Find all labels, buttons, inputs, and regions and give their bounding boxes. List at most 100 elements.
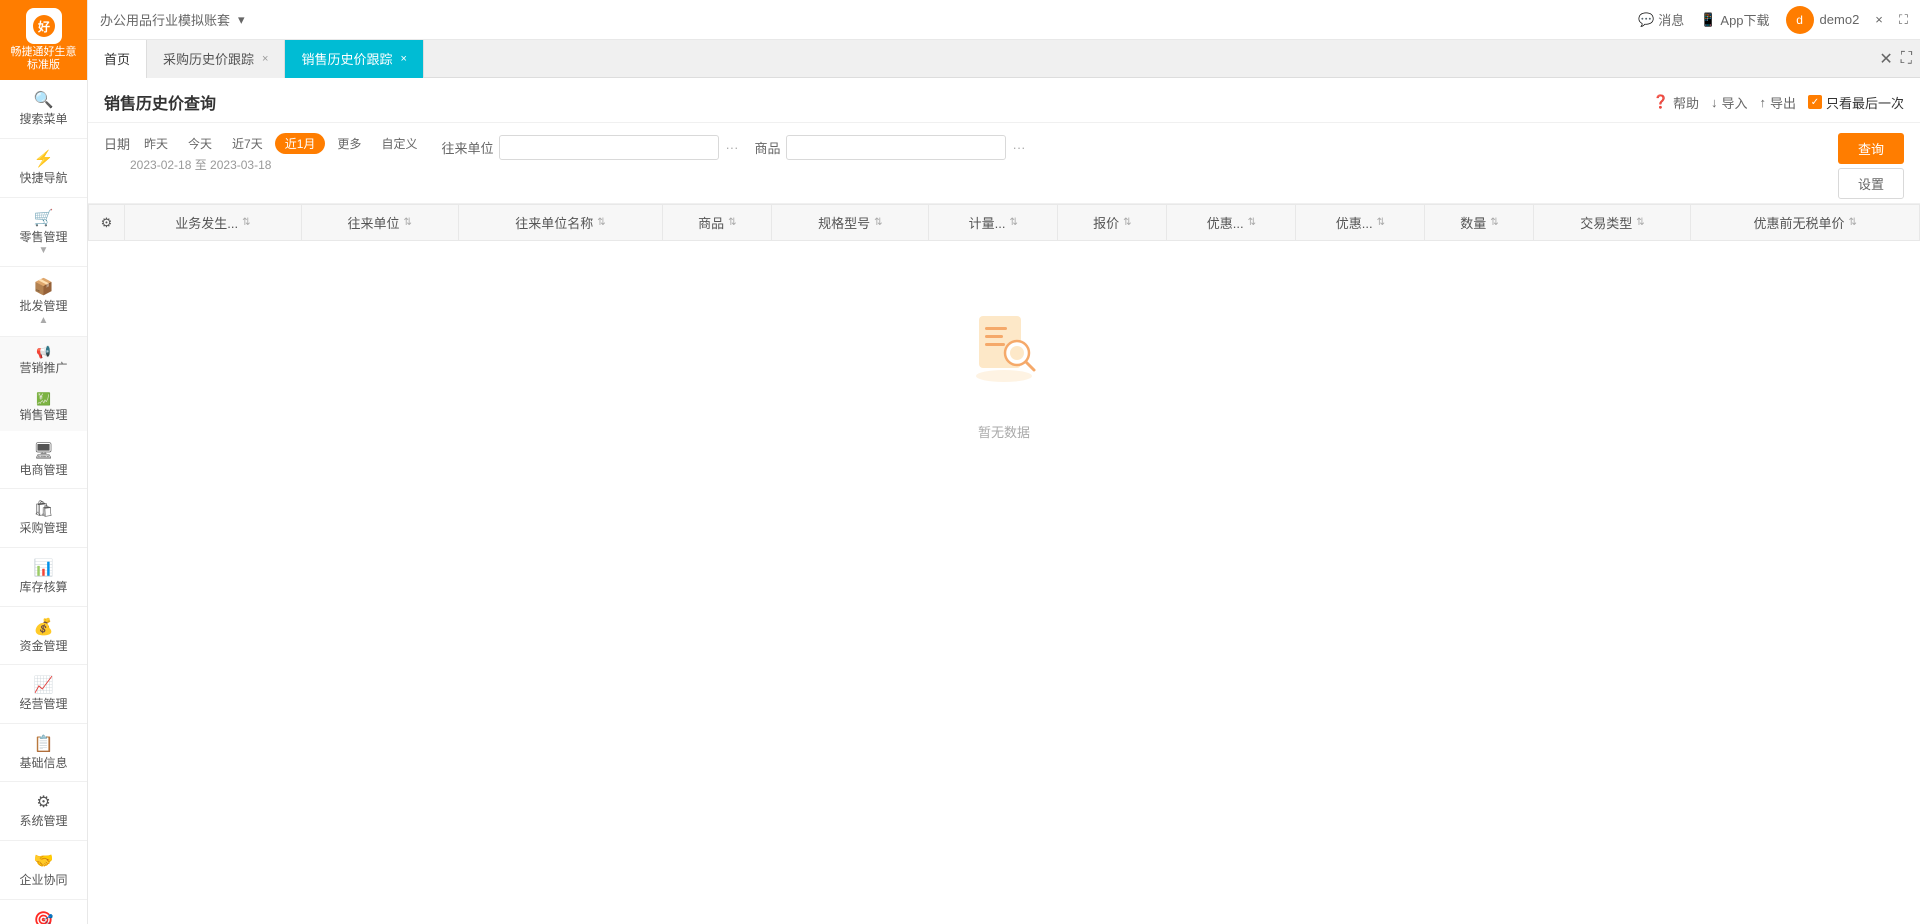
- counterpart-dots-btn[interactable]: ···: [725, 140, 738, 155]
- sidebar-item-marketing[interactable]: 📢 营销推广: [0, 337, 87, 384]
- empty-state: 暂无数据: [88, 241, 1920, 501]
- th-settings[interactable]: ⚙: [89, 205, 125, 241]
- date-btn-last1m[interactable]: 近1月: [275, 133, 326, 154]
- marketing-label: 营销推广: [19, 359, 67, 376]
- sidebar-item-retail[interactable]: 🛒 零售管理 ▼: [0, 198, 87, 268]
- sidebar-item-guide[interactable]: 🎯 新手引导: [0, 900, 87, 924]
- marketing-icon: 📢: [36, 345, 51, 359]
- window-close-button[interactable]: ×: [1875, 12, 1883, 27]
- tab-purchase-close[interactable]: ×: [262, 53, 268, 65]
- sidebar-item-inventory[interactable]: 📊 库存核算: [0, 548, 87, 607]
- wholesale-icon: 📦: [34, 277, 54, 297]
- query-button[interactable]: 查询: [1838, 133, 1904, 164]
- sidebar-item-sales[interactable]: 💹 销售管理: [0, 384, 87, 431]
- tab-sales-close[interactable]: ×: [400, 53, 406, 65]
- download-icon: 📱: [1700, 12, 1716, 28]
- gear-icon: ⚙: [101, 215, 113, 230]
- message-icon: 💬: [1638, 12, 1654, 28]
- ecommerce-label: 电商管理: [19, 463, 67, 479]
- counterpart-filter-group: 往来单位 ···: [441, 135, 738, 160]
- app-download-button[interactable]: 📱 App下载: [1700, 10, 1769, 29]
- tab-purchase-history[interactable]: 采购历史价跟踪 ×: [147, 40, 285, 78]
- purchase-label: 采购管理: [19, 521, 67, 537]
- quick-nav-icon: ⚡: [34, 149, 54, 169]
- quick-nav-label: 快捷导航: [19, 171, 67, 187]
- date-btn-custom[interactable]: 自定义: [373, 133, 425, 154]
- th-discount1[interactable]: 优惠... ⇅: [1167, 205, 1296, 241]
- tab-home[interactable]: 首页: [88, 40, 147, 78]
- sidebar-item-operations[interactable]: 📈 经营管理: [0, 665, 87, 724]
- date-btn-yesterday[interactable]: 昨天: [136, 133, 176, 154]
- help-icon: ❓: [1653, 94, 1669, 110]
- topbar-dropdown[interactable]: ▾: [238, 12, 245, 28]
- enterprise-label: 企业协同: [19, 873, 67, 889]
- system-label: 系统管理: [19, 814, 67, 830]
- logo-text: 畅捷通好生意 标准版: [11, 46, 77, 72]
- sidebar-item-quick-nav[interactable]: ⚡ 快捷导航: [0, 139, 87, 198]
- th-pretax-price[interactable]: 优惠前无税单价 ⇅: [1691, 205, 1920, 241]
- tab-fullscreen-icon[interactable]: ⛶: [1901, 50, 1912, 68]
- avatar: d: [1786, 6, 1814, 34]
- th-counterpart-name[interactable]: 往来单位名称 ⇅: [458, 205, 663, 241]
- last-only-checkbox[interactable]: ✓ 只看最后一次: [1808, 93, 1904, 112]
- window-maximize-button[interactable]: ⛶: [1899, 12, 1908, 28]
- table-header-row: ⚙ 业务发生... ⇅ 往来单位 ⇅: [89, 205, 1920, 241]
- help-button[interactable]: ❓ 帮助: [1653, 93, 1699, 112]
- export-button[interactable]: ↑ 导出: [1759, 93, 1796, 112]
- settings-button[interactable]: 设置: [1838, 168, 1904, 199]
- tab-sales-history[interactable]: 销售历史价跟踪 ×: [285, 40, 423, 78]
- th-discount2[interactable]: 优惠... ⇅: [1296, 205, 1425, 241]
- sort-icon-quantity: ⇅: [1490, 217, 1498, 228]
- sidebar-item-system[interactable]: ⚙ 系统管理: [0, 782, 87, 841]
- sidebar-item-finance[interactable]: 💰 资金管理: [0, 607, 87, 666]
- sidebar-item-basic-info[interactable]: 📋 基础信息: [0, 724, 87, 783]
- product-dots-btn[interactable]: ···: [1012, 140, 1025, 155]
- inventory-icon: 📊: [34, 558, 54, 578]
- operations-label: 经营管理: [19, 697, 67, 713]
- data-table: ⚙ 业务发生... ⇅ 往来单位 ⇅: [88, 204, 1920, 241]
- inventory-label: 库存核算: [19, 580, 67, 596]
- sidebar-item-purchase[interactable]: 🛍 采购管理: [0, 489, 87, 548]
- sales-icon: 💹: [36, 392, 51, 406]
- product-input[interactable]: [786, 135, 1006, 160]
- page-title: 销售历史价查询: [104, 90, 216, 114]
- message-button[interactable]: 💬 消息: [1638, 10, 1684, 29]
- retail-icon: 🛒: [34, 208, 54, 228]
- th-product[interactable]: 商品 ⇅: [663, 205, 772, 241]
- app-logo[interactable]: 好 畅捷通好生意 标准版: [0, 0, 87, 80]
- import-icon: ↓: [1711, 95, 1718, 110]
- sort-icon-price: ⇅: [1123, 217, 1131, 228]
- page-header-actions: ❓ 帮助 ↓ 导入 ↑ 导出 ✓ 只看最后一次: [1653, 93, 1904, 112]
- counterpart-input[interactable]: [499, 135, 719, 160]
- sort-icon-spec: ⇅: [874, 217, 882, 228]
- maximize-icon: ⛶: [1899, 12, 1908, 28]
- date-btn-today[interactable]: 今天: [180, 133, 220, 154]
- tab-close-all-icon[interactable]: ✕: [1879, 49, 1892, 69]
- page-content: 销售历史价查询 ❓ 帮助 ↓ 导入 ↑ 导出 ✓ 只看最后一次: [88, 78, 1920, 924]
- th-unit[interactable]: 计量... ⇅: [929, 205, 1058, 241]
- th-spec[interactable]: 规格型号 ⇅: [772, 205, 929, 241]
- sidebar-item-wholesale[interactable]: 📦 批发管理 ▲: [0, 267, 87, 337]
- sidebar-item-ecommerce[interactable]: 🖥 电商管理: [0, 431, 87, 490]
- chevron-down-icon: ▾: [238, 12, 245, 28]
- th-biz-date[interactable]: 业务发生... ⇅: [125, 205, 302, 241]
- th-trade-type[interactable]: 交易类型 ⇅: [1534, 205, 1691, 241]
- th-price[interactable]: 报价 ⇅: [1058, 205, 1167, 241]
- date-btn-more[interactable]: 更多: [329, 133, 369, 154]
- th-quantity[interactable]: 数量 ⇅: [1425, 205, 1534, 241]
- table-wrapper: ⚙ 业务发生... ⇅ 往来单位 ⇅: [88, 204, 1920, 924]
- user-menu-button[interactable]: d demo2: [1786, 6, 1860, 34]
- retail-expand-icon: ▼: [39, 245, 49, 256]
- sort-icon-trade-type: ⇅: [1636, 217, 1644, 228]
- sort-icon-product: ⇅: [728, 217, 736, 228]
- sidebar-item-search-menu[interactable]: 🔍 搜索菜单: [0, 80, 87, 139]
- sidebar-item-enterprise[interactable]: 🤝 企业协同: [0, 841, 87, 900]
- page-header: 销售历史价查询 ❓ 帮助 ↓ 导入 ↑ 导出 ✓ 只看最后一次: [88, 78, 1920, 123]
- sales-label: 销售管理: [19, 406, 67, 423]
- th-counterpart-code[interactable]: 往来单位 ⇅: [301, 205, 458, 241]
- svg-text:好: 好: [36, 19, 49, 34]
- table-header: ⚙ 业务发生... ⇅ 往来单位 ⇅: [89, 205, 1920, 241]
- logo-icon: 好: [26, 8, 62, 44]
- import-button[interactable]: ↓ 导入: [1711, 93, 1748, 112]
- date-btn-last7[interactable]: 近7天: [224, 133, 271, 154]
